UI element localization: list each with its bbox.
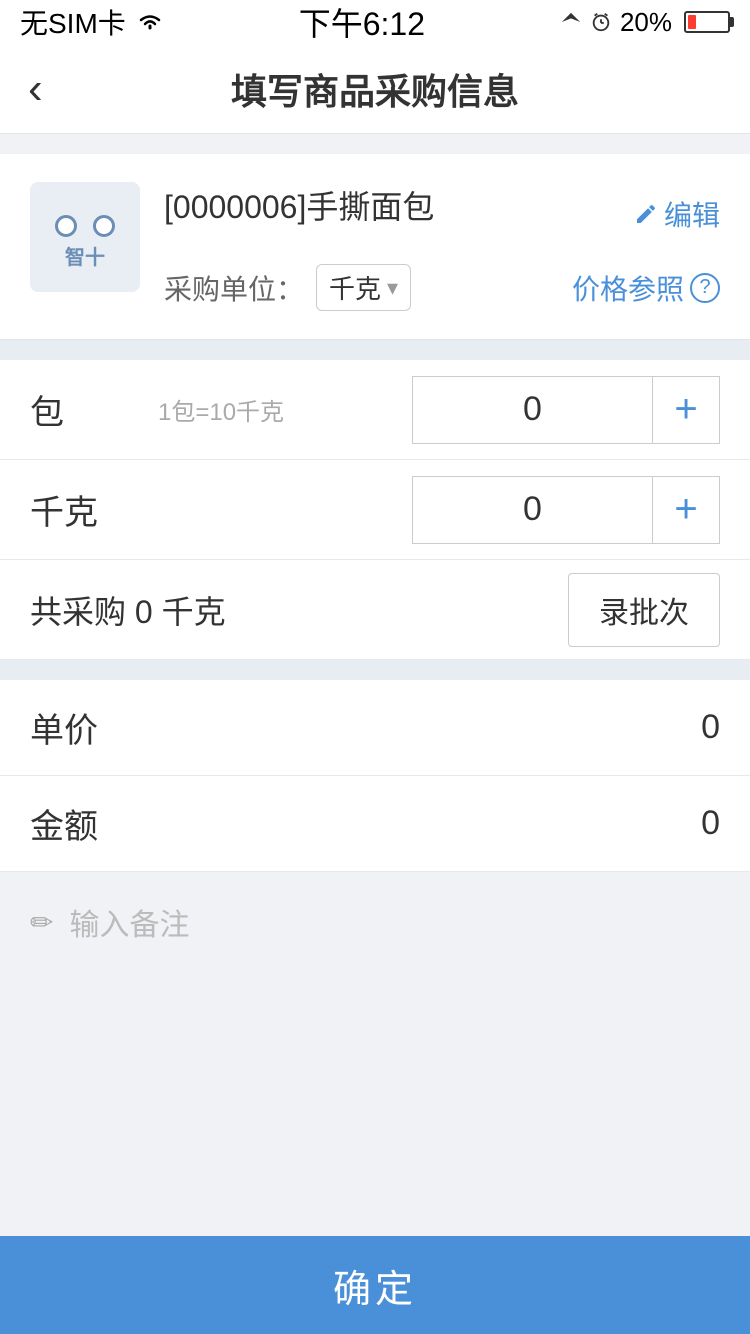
unit-value: 千克 bbox=[329, 269, 381, 306]
nav-bar: ‹ 填写商品采购信息 bbox=[0, 44, 750, 134]
kg-input[interactable] bbox=[412, 476, 652, 544]
amount-row: 金额 0 bbox=[0, 776, 750, 872]
back-button[interactable]: ‹ bbox=[28, 64, 43, 114]
section-divider-2 bbox=[0, 660, 750, 680]
kg-plus-button[interactable]: + bbox=[652, 476, 720, 544]
bao-plus-button[interactable]: + bbox=[652, 376, 720, 444]
logo-text: 智十 bbox=[45, 241, 125, 270]
price-ref-button[interactable]: 价格参照 ? bbox=[572, 268, 720, 308]
kg-control: + bbox=[412, 476, 720, 544]
kg-row: 千克 + bbox=[0, 460, 750, 560]
pencil-icon: ✏ bbox=[30, 906, 53, 939]
status-left: 无SIM卡 bbox=[20, 2, 164, 42]
unit-select[interactable]: 千克 ▾ bbox=[316, 264, 411, 311]
unit-price-value: 0 bbox=[701, 708, 720, 747]
amount-label: 金额 bbox=[30, 799, 98, 848]
status-right: 20% bbox=[560, 7, 730, 38]
status-time: 下午6:12 bbox=[299, 0, 425, 45]
remark-area[interactable]: ✏ 输入备注 bbox=[0, 872, 750, 972]
product-logo: 智十 bbox=[30, 182, 140, 292]
edit-button[interactable]: 编辑 bbox=[634, 194, 720, 234]
amount-value: 0 bbox=[701, 804, 720, 843]
battery-percent: 20% bbox=[620, 7, 672, 38]
battery-icon bbox=[684, 11, 730, 33]
unit-label: 采购单位： bbox=[164, 268, 304, 308]
status-bar: 无SIM卡 下午6:12 20% bbox=[0, 0, 750, 44]
unit-price-row: 单价 0 bbox=[0, 680, 750, 776]
product-card: 智十 [0000006]手撕面包 编辑 采购单位： 千克 ▾ 价格参照 ? bbox=[0, 154, 750, 340]
bao-input[interactable] bbox=[412, 376, 652, 444]
page-title: 填写商品采购信息 bbox=[231, 63, 519, 115]
input-section: 包 1包=10千克 + 千克 + 共采购 0 千克 录批次 bbox=[0, 360, 750, 660]
info-icon: ? bbox=[690, 273, 720, 303]
bao-label: 包 bbox=[30, 385, 150, 434]
owl-eye-right bbox=[93, 215, 115, 237]
kg-label: 千克 bbox=[30, 485, 150, 534]
price-section: 单价 0 金额 0 bbox=[0, 680, 750, 872]
unit-price-label: 单价 bbox=[30, 703, 98, 752]
owl-eye-left bbox=[55, 215, 77, 237]
carrier-text: 无SIM卡 bbox=[20, 2, 126, 42]
bao-row: 包 1包=10千克 + bbox=[0, 360, 750, 460]
product-name: [0000006]手撕面包 bbox=[164, 182, 434, 228]
alarm-icon bbox=[590, 11, 612, 33]
section-divider-1 bbox=[0, 340, 750, 360]
bao-sublabel: 1包=10千克 bbox=[158, 392, 284, 427]
bao-control: + bbox=[412, 376, 720, 444]
location-icon bbox=[560, 11, 582, 33]
wifi-icon bbox=[136, 12, 164, 32]
edit-icon bbox=[634, 202, 658, 226]
product-info: [0000006]手撕面包 编辑 采购单位： 千克 ▾ 价格参照 ? bbox=[164, 182, 720, 311]
remark-placeholder: 输入备注 bbox=[69, 900, 189, 944]
dropdown-arrow-icon: ▾ bbox=[387, 275, 398, 301]
confirm-button[interactable]: 确定 bbox=[0, 1236, 750, 1334]
batch-button[interactable]: 录批次 bbox=[568, 573, 720, 647]
summary-row: 共采购 0 千克 录批次 bbox=[0, 560, 750, 660]
summary-text: 共采购 0 千克 bbox=[30, 587, 226, 633]
